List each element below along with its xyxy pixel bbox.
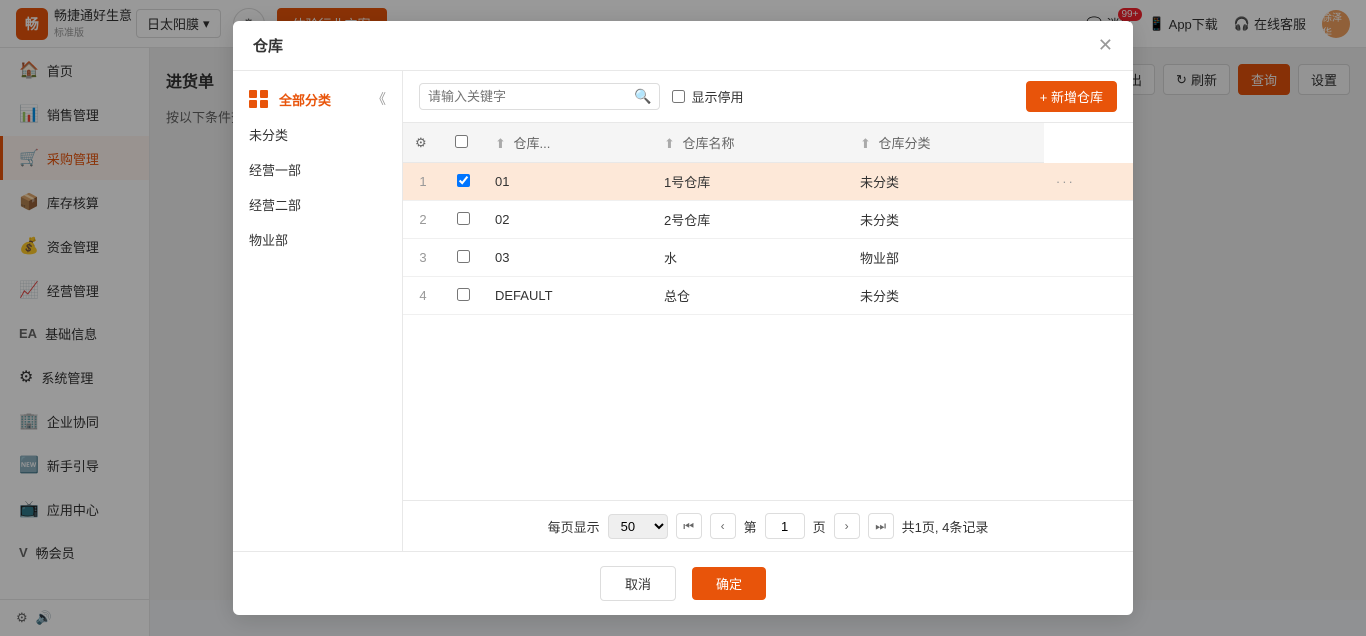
dialog-overlay: 仓库 ✕ 全部分类 《 未分类 经营一部 经营二部: [0, 0, 1366, 636]
category-item-ops1[interactable]: 经营一部: [233, 152, 402, 187]
per-page-select[interactable]: 50 100 200: [608, 514, 668, 539]
row-checkbox[interactable]: [443, 277, 483, 315]
row-num: 2: [403, 201, 443, 239]
dialog-close-button[interactable]: ✕: [1098, 35, 1113, 56]
row-category: 未分类: [848, 163, 1044, 201]
select-all-checkbox[interactable]: [455, 135, 468, 148]
add-warehouse-button[interactable]: + 新增仓库: [1026, 81, 1117, 112]
row-num: 3: [403, 239, 443, 277]
row-name: 1号仓库: [652, 163, 848, 201]
confirm-button[interactable]: 确定: [692, 567, 766, 600]
table-header-row: ⚙ ⬆ 仓库... ⬆: [403, 123, 1133, 163]
show-disabled-label: 显示停用: [691, 87, 743, 106]
row-category: 未分类: [848, 277, 1044, 315]
warehouse-table-wrap: ⚙ ⬆ 仓库... ⬆: [403, 123, 1133, 500]
category-item-ops2[interactable]: 经营二部: [233, 187, 402, 222]
row-category: 物业部: [848, 239, 1044, 277]
row-category: 未分类: [848, 201, 1044, 239]
col-settings-icon: ⚙: [415, 135, 427, 150]
grid-icon: [249, 90, 269, 108]
last-page-button[interactable]: ⏭: [868, 513, 894, 539]
row-code: DEFAULT: [483, 277, 652, 315]
row-code: 01: [483, 163, 652, 201]
row-checkbox[interactable]: [443, 163, 483, 201]
all-categories-label: 全部分类: [279, 90, 331, 109]
category-item-property[interactable]: 物业部: [233, 222, 402, 257]
row-checkbox[interactable]: [443, 201, 483, 239]
search-icon: 🔍: [634, 88, 651, 105]
next-page-button[interactable]: ›: [834, 513, 860, 539]
category-item-unclassified[interactable]: 未分类: [233, 117, 402, 152]
row-actions[interactable]: ···: [1044, 163, 1133, 201]
col-name-header: ⬆ 仓库名称: [652, 123, 848, 163]
warehouse-table: ⚙ ⬆ 仓库... ⬆: [403, 123, 1133, 315]
row-code: 02: [483, 201, 652, 239]
per-page-label: 每页显示: [548, 517, 600, 536]
col-settings-header[interactable]: ⚙: [403, 123, 443, 163]
show-disabled-checkbox[interactable]: [672, 90, 685, 103]
dialog-main-content: 🔍 显示停用 + 新增仓库 ⚙: [403, 71, 1133, 551]
dialog-pagination: 每页显示 50 100 200 ⏮ ‹ 第 页 › ⏭ 共1页, 4条记录: [403, 500, 1133, 551]
table-row[interactable]: 2 02 2号仓库 未分类: [403, 201, 1133, 239]
page-number-input[interactable]: [765, 513, 805, 539]
sort-icon-name: ⬆: [664, 136, 675, 151]
cancel-button[interactable]: 取消: [600, 566, 676, 601]
table-row[interactable]: 4 DEFAULT 总仓 未分类: [403, 277, 1133, 315]
row-name: 水: [652, 239, 848, 277]
warehouse-dialog: 仓库 ✕ 全部分类 《 未分类 经营一部 经营二部: [233, 21, 1133, 615]
collapse-icon: 《: [372, 89, 386, 109]
row-num: 4: [403, 277, 443, 315]
dialog-body: 全部分类 《 未分类 经营一部 经营二部 物业部 🔍: [233, 71, 1133, 551]
row-checkbox[interactable]: [443, 239, 483, 277]
dialog-header: 仓库 ✕: [233, 21, 1133, 71]
dialog-title: 仓库: [253, 35, 283, 56]
page-label: 页: [813, 517, 826, 536]
page-word: 第: [744, 517, 757, 536]
category-toggle[interactable]: 全部分类 《: [233, 81, 402, 117]
row-name: 2号仓库: [652, 201, 848, 239]
dialog-footer: 取消 确定: [233, 551, 1133, 615]
sort-icon-category: ⬆: [860, 136, 871, 151]
table-row[interactable]: 1 01 1号仓库 未分类 ···: [403, 163, 1133, 201]
dialog-category-sidebar: 全部分类 《 未分类 经营一部 经营二部 物业部: [233, 71, 403, 551]
col-code-header: ⬆ 仓库...: [483, 123, 652, 163]
row-code: 03: [483, 239, 652, 277]
search-input[interactable]: [428, 89, 628, 104]
sort-icon-code: ⬆: [495, 136, 506, 151]
show-disabled-checkbox-wrap[interactable]: 显示停用: [672, 87, 743, 106]
col-checkbox-header: [443, 123, 483, 163]
row-num: 1: [403, 163, 443, 201]
total-info: 共1页, 4条记录: [902, 517, 989, 536]
table-row[interactable]: 3 03 水 物业部: [403, 239, 1133, 277]
first-page-button[interactable]: ⏮: [676, 513, 702, 539]
col-category-header: ⬆ 仓库分类: [848, 123, 1044, 163]
prev-page-button[interactable]: ‹: [710, 513, 736, 539]
row-name: 总仓: [652, 277, 848, 315]
search-input-wrap: 🔍: [419, 83, 660, 110]
dialog-toolbar: 🔍 显示停用 + 新增仓库: [403, 71, 1133, 123]
